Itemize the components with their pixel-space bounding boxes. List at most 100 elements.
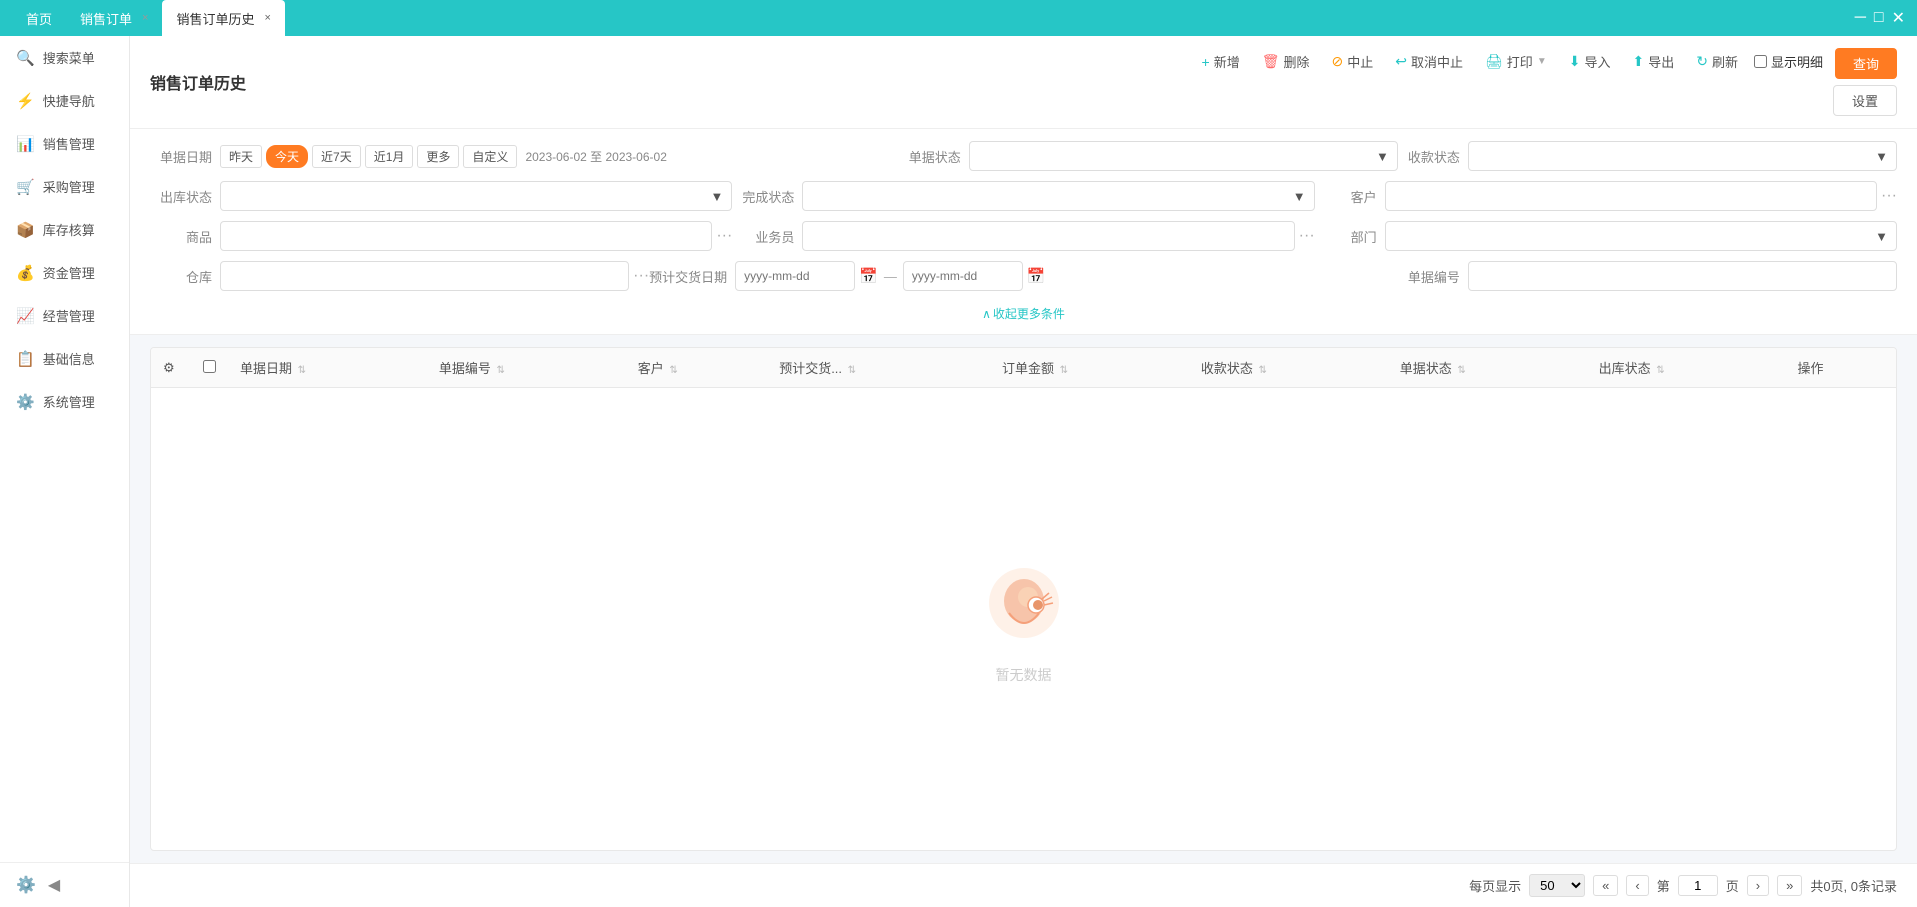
sidebar-label-sales-mgmt: 销售管理	[43, 134, 95, 153]
show-detail-checkbox[interactable]	[1754, 55, 1767, 68]
sidebar-bottom-settings-icon[interactable]: ⚙️	[16, 875, 36, 895]
sales-mgmt-icon: 📊	[16, 135, 35, 153]
stop-icon: ⊘	[1332, 53, 1344, 70]
th-payment-status-label: 收款状态	[1201, 361, 1253, 376]
close-tab-sales-order[interactable]: ×	[142, 12, 148, 24]
system-icon: ⚙️	[16, 393, 35, 411]
product-dots[interactable]: ···	[716, 227, 732, 245]
input-warehouse[interactable]	[220, 261, 629, 291]
th-doc-status[interactable]: 单据状态 ⇅	[1388, 348, 1587, 388]
stop-button[interactable]: ⊘ 中止	[1326, 48, 1380, 75]
sidebar-item-purchase-mgmt[interactable]: 🛒 采购管理	[0, 165, 129, 208]
label-complete: 完成状态	[732, 187, 802, 206]
prev-page-btn[interactable]: ‹	[1626, 875, 1648, 896]
th-date[interactable]: 单据日期 ⇅	[228, 348, 427, 388]
sidebar-item-finance[interactable]: 💰 资金管理	[0, 251, 129, 294]
date-btn-1month[interactable]: 近1月	[365, 145, 414, 168]
th-number[interactable]: 单据编号 ⇅	[427, 348, 626, 388]
maximize-btn[interactable]: □	[1874, 9, 1884, 27]
query-button[interactable]: 查询	[1835, 48, 1897, 79]
th-outbound-status[interactable]: 出库状态 ⇅	[1587, 348, 1786, 388]
tab-sales-order-history[interactable]: 销售订单历史 ×	[162, 0, 284, 36]
filter-group-salesperson: 业务员 ···	[732, 221, 1314, 251]
date-btn-custom[interactable]: 自定义	[463, 145, 517, 168]
table-wrapper: ⚙ 单据日期 ⇅ 单据编号 ⇅	[150, 347, 1897, 851]
delivery-date-start[interactable]	[735, 261, 855, 291]
date-btn-more[interactable]: 更多	[417, 145, 459, 168]
th-delivery[interactable]: 预计交货... ⇅	[767, 348, 990, 388]
calendar-icon-end[interactable]: 📅	[1027, 267, 1046, 285]
sort-amount-icon[interactable]: ⇅	[1060, 365, 1068, 376]
tab-home[interactable]: 首页	[12, 0, 66, 36]
sort-outbound-icon[interactable]: ⇅	[1656, 365, 1664, 376]
input-customer[interactable]	[1385, 181, 1877, 211]
date-btn-today[interactable]: 今天	[266, 145, 308, 168]
purchase-mgmt-icon: 🛒	[16, 178, 35, 196]
last-page-btn[interactable]: »	[1777, 875, 1802, 896]
th-amount[interactable]: 订单金额 ⇅	[990, 348, 1189, 388]
th-customer[interactable]: 客户 ⇅	[626, 348, 767, 388]
sort-customer-icon[interactable]: ⇅	[669, 365, 677, 376]
sort-payment-status-icon[interactable]: ⇅	[1259, 365, 1267, 376]
tab-sales-order[interactable]: 销售订单 ×	[66, 0, 162, 36]
cancel-stop-button[interactable]: ↩ 取消中止	[1389, 48, 1469, 75]
select-complete[interactable]: ▼	[802, 181, 1314, 211]
add-button[interactable]: + 新增	[1196, 48, 1246, 75]
date-btn-7days[interactable]: 近7天	[312, 145, 361, 168]
sort-doc-status-icon[interactable]: ⇅	[1457, 365, 1465, 376]
filter-group-product: 商品 ···	[150, 221, 732, 251]
select-dept[interactable]: ▼	[1385, 221, 1897, 251]
calendar-icon-start[interactable]: 📅	[859, 267, 878, 285]
th-date-label: 单据日期	[240, 361, 292, 376]
sidebar-item-quick-nav[interactable]: ⚡ 快捷导航	[0, 79, 129, 122]
collapse-filter-btn[interactable]: ∧ 收起更多条件	[150, 301, 1897, 326]
sidebar-item-basic-info[interactable]: 📋 基础信息	[0, 337, 129, 380]
date-btn-yesterday[interactable]: 昨天	[220, 145, 262, 168]
export-label: 导出	[1648, 52, 1674, 71]
first-page-btn[interactable]: «	[1593, 875, 1618, 896]
import-button[interactable]: ⬇ 导入	[1563, 48, 1617, 75]
input-doc-number[interactable]	[1468, 261, 1897, 291]
print-icon: 🖨	[1485, 53, 1503, 70]
sidebar-bottom-collapse-icon[interactable]: ◀	[48, 875, 60, 895]
sort-delivery-icon[interactable]: ⇅	[848, 365, 856, 376]
th-outbound-status-label: 出库状态	[1599, 361, 1651, 376]
sort-number-icon[interactable]: ⇅	[497, 365, 505, 376]
th-checkbox[interactable]	[191, 348, 228, 388]
filter-row-4: 仓库 ··· 预计交货日期 📅 — 📅 单据编号	[150, 261, 1897, 291]
delete-button[interactable]: 🗑 删除	[1256, 48, 1316, 75]
setting-button[interactable]: 设置	[1833, 85, 1897, 116]
salesperson-dots[interactable]: ···	[1299, 227, 1315, 245]
page-number-input[interactable]	[1678, 875, 1718, 896]
input-salesperson[interactable]	[802, 221, 1294, 251]
empty-text: 暂无数据	[996, 665, 1052, 685]
sidebar-item-search-menu[interactable]: 🔍 搜索菜单	[0, 36, 129, 79]
refresh-label: 刷新	[1712, 52, 1738, 71]
select-outbound[interactable]: ▼	[220, 181, 732, 211]
warehouse-dots[interactable]: ···	[633, 267, 649, 285]
sort-date-icon[interactable]: ⇅	[298, 365, 306, 376]
export-button[interactable]: ⬆ 导出	[1626, 48, 1680, 75]
delivery-date-end[interactable]	[903, 261, 1023, 291]
page-size-select[interactable]: 10 20 50 100	[1529, 874, 1585, 897]
th-settings[interactable]: ⚙	[151, 348, 191, 388]
label-warehouse: 仓库	[150, 267, 220, 286]
next-page-btn[interactable]: ›	[1747, 875, 1769, 896]
select-doc-status[interactable]: ▼	[969, 141, 1398, 171]
refresh-button[interactable]: ↻ 刷新	[1690, 48, 1744, 75]
select-payment-status[interactable]: ▼	[1468, 141, 1897, 171]
sidebar-item-system[interactable]: ⚙️ 系统管理	[0, 380, 129, 423]
th-payment-status[interactable]: 收款状态 ⇅	[1189, 348, 1388, 388]
select-all-checkbox[interactable]	[203, 360, 216, 373]
input-product[interactable]	[220, 221, 712, 251]
table-settings-icon[interactable]: ⚙	[163, 360, 175, 375]
sidebar-item-operations[interactable]: 📈 经营管理	[0, 294, 129, 337]
customer-dots[interactable]: ···	[1881, 187, 1897, 205]
close-btn-window[interactable]: ✕	[1892, 8, 1905, 28]
sidebar-item-sales-mgmt[interactable]: 📊 销售管理	[0, 122, 129, 165]
print-button[interactable]: 🖨 打印 ▼	[1479, 48, 1553, 75]
close-tab-sales-order-history[interactable]: ×	[264, 12, 270, 24]
sidebar-item-inventory[interactable]: 📦 库存核算	[0, 208, 129, 251]
minimize-btn[interactable]: ─	[1855, 9, 1866, 27]
search-menu-icon: 🔍	[16, 49, 35, 67]
